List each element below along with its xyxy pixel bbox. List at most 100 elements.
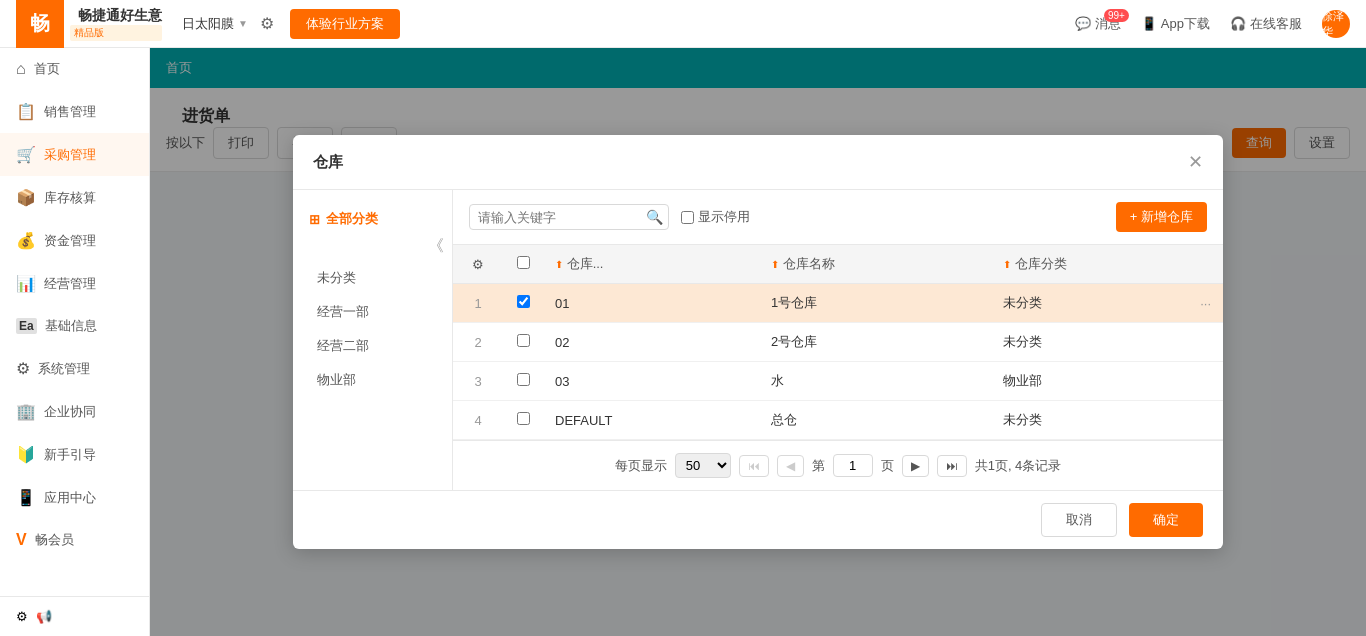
main-content: 首页 进货单 按以下 打印 导出 刷新 查询 设置 仓库 ✕ bbox=[150, 48, 1366, 636]
row-checkbox[interactable] bbox=[517, 412, 530, 425]
row-code: 03 bbox=[543, 362, 759, 401]
sort-icon-name: ⬆ bbox=[771, 259, 779, 270]
chevron-down-icon: ▼ bbox=[238, 18, 248, 29]
sidebar-item-home[interactable]: ⌂ 首页 bbox=[0, 48, 149, 90]
per-page-select[interactable]: 50 100 bbox=[675, 453, 731, 478]
confirm-button[interactable]: 确定 bbox=[1129, 503, 1203, 537]
trial-button[interactable]: 体验行业方案 bbox=[290, 9, 400, 39]
dialog-main-content: 🔍 显示停用 + 新增仓库 bbox=[453, 190, 1223, 490]
sort-icon-cat: ⬆ bbox=[1003, 259, 1011, 270]
dialog-sidebar: ⊞ 全部分类 《 未分类 经营一部 经营二部 物业部 bbox=[293, 190, 453, 490]
sort-icon: ⬆ bbox=[555, 259, 563, 270]
pagination-total: 共1页, 4条记录 bbox=[975, 457, 1062, 475]
next-page-button[interactable]: ▶ bbox=[902, 455, 929, 477]
sidebar-item-member[interactable]: V 畅会员 bbox=[0, 519, 149, 561]
store-selector[interactable]: 日太阳膜 ▼ bbox=[182, 15, 248, 33]
sidebar-item-inventory[interactable]: 📦 库存核算 bbox=[0, 176, 149, 219]
pagination: 每页显示 50 100 ⏮ ◀ 第 页 ▶ ⏭ 共 bbox=[453, 440, 1223, 490]
category-item-property[interactable]: 物业部 bbox=[293, 363, 452, 397]
first-page-button[interactable]: ⏮ bbox=[739, 455, 769, 477]
message-icon: 💬 bbox=[1075, 16, 1091, 31]
app-download-button[interactable]: 📱 App下载 bbox=[1141, 15, 1210, 33]
headset-icon: 🎧 bbox=[1230, 16, 1246, 31]
sidebar-item-apps[interactable]: 📱 应用中心 bbox=[0, 476, 149, 519]
sidebar-item-guide[interactable]: 🔰 新手引导 bbox=[0, 433, 149, 476]
system-icon: ⚙ bbox=[16, 359, 30, 378]
close-icon[interactable]: ✕ bbox=[1188, 151, 1203, 173]
row-checkbox[interactable] bbox=[517, 373, 530, 386]
cancel-button[interactable]: 取消 bbox=[1041, 503, 1117, 537]
row-checkbox[interactable] bbox=[517, 295, 530, 308]
grid-icon: ⊞ bbox=[309, 212, 320, 227]
guide-icon: 🔰 bbox=[16, 445, 36, 464]
sidebar-item-purchase[interactable]: 🛒 采购管理 bbox=[0, 133, 149, 176]
dialog-footer: 取消 确定 bbox=[293, 490, 1223, 549]
header: 畅 畅捷通好生意 精品版 日太阳膜 ▼ ⚙ 体验行业方案 💬 消息 99+ 📱 … bbox=[0, 0, 1366, 48]
prev-page-button[interactable]: ◀ bbox=[777, 455, 804, 477]
user-menu[interactable]: 徐泽华 bbox=[1322, 10, 1350, 38]
service-button[interactable]: 🎧 在线客服 bbox=[1230, 15, 1302, 33]
last-page-button[interactable]: ⏭ bbox=[937, 455, 967, 477]
category-item-dept2[interactable]: 经营二部 bbox=[293, 329, 452, 363]
dialog-body: ⊞ 全部分类 《 未分类 经营一部 经营二部 物业部 bbox=[293, 190, 1223, 490]
row-name: 水 bbox=[759, 362, 991, 401]
row-code: 02 bbox=[543, 323, 759, 362]
row-checkbox-cell bbox=[503, 323, 543, 362]
search-input[interactable] bbox=[478, 210, 646, 225]
add-warehouse-button[interactable]: + 新增仓库 bbox=[1116, 202, 1207, 232]
sidebar: ⌂ 首页 📋 销售管理 🛒 采购管理 📦 库存核算 💰 资金管理 📊 经营管理 … bbox=[0, 48, 150, 636]
row-more-icon[interactable]: ··· bbox=[1200, 296, 1211, 311]
table-row[interactable]: 1 01 1号仓库 未分类 ··· bbox=[453, 284, 1223, 323]
collapse-icon[interactable]: 《 bbox=[428, 236, 444, 257]
header-right: 💬 消息 99+ 📱 App下载 🎧 在线客服 徐泽华 bbox=[1075, 10, 1350, 38]
inventory-icon: 📦 bbox=[16, 188, 36, 207]
messages-button[interactable]: 💬 消息 99+ bbox=[1075, 15, 1121, 33]
row-num: 4 bbox=[453, 401, 503, 440]
search-icon: 🔍 bbox=[646, 209, 663, 225]
all-category-item[interactable]: ⊞ 全部分类 bbox=[293, 202, 452, 236]
dialog-toolbar: 🔍 显示停用 + 新增仓库 bbox=[453, 190, 1223, 245]
category-item-dept1[interactable]: 经营一部 bbox=[293, 295, 452, 329]
capital-icon: 💰 bbox=[16, 231, 36, 250]
show-disabled-checkbox[interactable] bbox=[681, 211, 694, 224]
search-box: 🔍 bbox=[469, 204, 669, 230]
sidebar-item-operation[interactable]: 📊 经营管理 bbox=[0, 262, 149, 305]
purchase-icon: 🛒 bbox=[16, 145, 36, 164]
table-row[interactable]: 2 02 2号仓库 未分类 bbox=[453, 323, 1223, 362]
row-code: 01 bbox=[543, 284, 759, 323]
table-header-row: ⚙ ⬆ 仓库... bbox=[453, 245, 1223, 284]
avatar: 徐泽华 bbox=[1322, 10, 1350, 38]
col-name-header: ⬆ 仓库名称 bbox=[759, 245, 991, 284]
sidebar-item-sales[interactable]: 📋 销售管理 bbox=[0, 90, 149, 133]
sidebar-item-capital[interactable]: 💰 资金管理 bbox=[0, 219, 149, 262]
row-checkbox[interactable] bbox=[517, 334, 530, 347]
row-code: DEFAULT bbox=[543, 401, 759, 440]
basic-icon: Ea bbox=[16, 318, 37, 334]
member-icon: V bbox=[16, 531, 27, 549]
row-num: 1 bbox=[453, 284, 503, 323]
select-all-checkbox[interactable] bbox=[517, 256, 530, 269]
speaker-icon[interactable]: 📢 bbox=[36, 609, 52, 624]
home-icon: ⌂ bbox=[16, 60, 26, 78]
dialog-title: 仓库 bbox=[313, 153, 343, 172]
sidebar-item-basic[interactable]: Ea 基础信息 bbox=[0, 305, 149, 347]
table-row[interactable]: 4 DEFAULT 总仓 未分类 bbox=[453, 401, 1223, 440]
row-category: 未分类 ··· bbox=[991, 284, 1223, 322]
row-num: 3 bbox=[453, 362, 503, 401]
show-disabled-checkbox-label[interactable]: 显示停用 bbox=[681, 208, 750, 226]
enterprise-icon: 🏢 bbox=[16, 402, 36, 421]
table-row[interactable]: 3 03 水 物业部 bbox=[453, 362, 1223, 401]
modal-overlay: 仓库 ✕ ⊞ 全部分类 《 未分类 经营一部 bbox=[150, 48, 1366, 636]
sidebar-footer: ⚙ 📢 bbox=[0, 596, 149, 636]
row-category: 未分类 bbox=[991, 323, 1223, 361]
sidebar-item-system[interactable]: ⚙ 系统管理 bbox=[0, 347, 149, 390]
settings-footer-icon[interactable]: ⚙ bbox=[16, 609, 28, 624]
row-name: 2号仓库 bbox=[759, 323, 991, 362]
row-category: 物业部 bbox=[991, 362, 1223, 400]
page-input[interactable] bbox=[833, 454, 873, 477]
row-checkbox-cell bbox=[503, 284, 543, 323]
category-item-uncategorized[interactable]: 未分类 bbox=[293, 261, 452, 295]
sales-icon: 📋 bbox=[16, 102, 36, 121]
settings-icon[interactable]: ⚙ bbox=[260, 14, 274, 33]
sidebar-item-enterprise[interactable]: 🏢 企业协同 bbox=[0, 390, 149, 433]
